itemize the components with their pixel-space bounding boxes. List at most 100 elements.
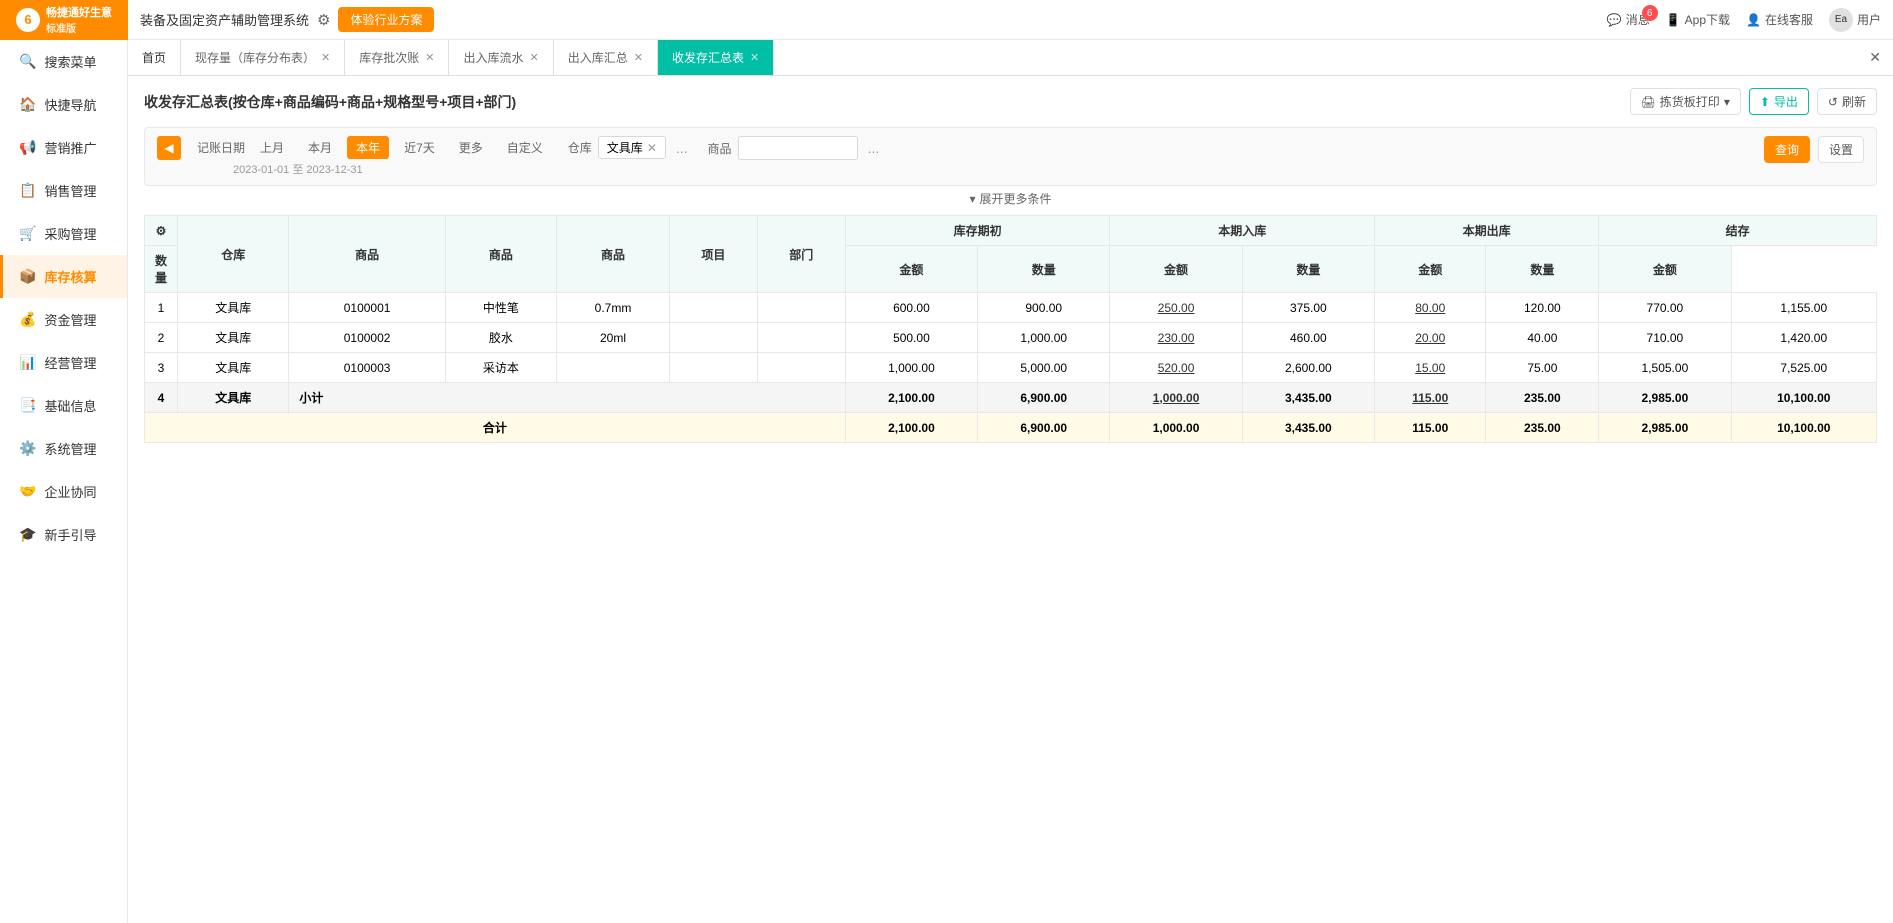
tab-batch-label: 库存批次账 (359, 49, 419, 66)
sidebar-item-search[interactable]: 🔍 搜索菜单 (0, 40, 127, 83)
date-btn-custom[interactable]: 自定义 (498, 136, 552, 159)
sidebar-item-quick[interactable]: 🏠 快捷导航 (0, 83, 127, 126)
subtotal-warehouse: 文具库 (178, 383, 289, 413)
th-opening: 库存期初 (845, 216, 1110, 246)
sidebar-item-guide[interactable]: 🎓 新手引导 (0, 513, 127, 556)
sidebar-item-inventory[interactable]: 📦 库存核算 (0, 255, 127, 298)
th-in: 本期入库 (1110, 216, 1375, 246)
user-item[interactable]: Ea 用户 (1829, 8, 1881, 32)
sidebar-label-search: 搜索菜单 (44, 52, 96, 71)
message-item[interactable]: 💬 消息 6 (1607, 11, 1650, 28)
date-btn-7days[interactable]: 近7天 (395, 136, 444, 159)
row3-out-qty[interactable]: 15.00 (1375, 353, 1486, 383)
row1-open-amt: 900.00 (978, 293, 1110, 323)
print-button[interactable]: 🖨 拣货板打印 ▾ (1630, 88, 1741, 115)
row2-in-qty[interactable]: 230.00 (1110, 323, 1242, 353)
total-row: 合计 2,100.00 6,900.00 1,000.00 3,435.00 1… (145, 413, 1877, 443)
settings-button[interactable]: 设置 (1818, 136, 1864, 163)
tab-batch[interactable]: 库存批次账 ✕ (345, 40, 449, 76)
row1-warehouse: 文具库 (178, 293, 289, 323)
date-btn-last-month[interactable]: 上月 (251, 136, 293, 159)
tab-collect-summary[interactable]: 收发存汇总表 ✕ (658, 40, 774, 76)
row1-in-qty[interactable]: 250.00 (1110, 293, 1242, 323)
subtotal-open-amt: 6,900.00 (978, 383, 1110, 413)
tab-inout-flow-label: 出入库流水 (463, 49, 523, 66)
th-project: 项目 (669, 216, 757, 293)
goods-label: 商品 (708, 140, 732, 157)
expand-label: 展开更多条件 (980, 190, 1052, 207)
total-out-amt: 235.00 (1486, 413, 1599, 443)
sidebar-item-finance[interactable]: 💰 资金管理 (0, 298, 127, 341)
sidebar-item-purchase[interactable]: 🛒 采购管理 (0, 212, 127, 255)
table-row: 3 文具库 0100003 采访本 1,000.00 5,000.00 520.… (145, 353, 1877, 383)
row3-bal-qty: 1,505.00 (1599, 353, 1731, 383)
basic-icon: 📑 (19, 397, 36, 414)
tab-inout-flow[interactable]: 出入库流水 ✕ (449, 40, 553, 76)
total-label: 合计 (145, 413, 846, 443)
warehouse-tag-close[interactable]: ✕ (647, 141, 657, 155)
tab-collect-summary-close[interactable]: ✕ (750, 51, 759, 64)
settings-icon[interactable]: ⚙ (317, 11, 330, 29)
refresh-button[interactable]: ↺ 刷新 (1817, 88, 1877, 115)
tab-inout-summary[interactable]: 出入库汇总 ✕ (554, 40, 658, 76)
tab-inout-flow-close[interactable]: ✕ (530, 51, 539, 64)
sidebar-item-sales[interactable]: 📋 销售管理 (0, 169, 127, 212)
date-btn-this-year[interactable]: 本年 (347, 136, 389, 159)
row1-goods-name: 中性笔 (445, 293, 556, 323)
row1-out-amt: 120.00 (1486, 293, 1599, 323)
sidebar-item-corp[interactable]: 🤝 企业协同 (0, 470, 127, 513)
app-download-item[interactable]: 📱 App下载 (1666, 11, 1730, 28)
row3-out-amt: 75.00 (1486, 353, 1599, 383)
guide-icon: 🎓 (19, 526, 36, 543)
row3-no: 3 (145, 353, 178, 383)
row2-open-qty: 500.00 (845, 323, 977, 353)
data-table: ⚙ 仓库 商品 商品 商品 项目 部门 库存期初 本期入库 本期出库 结存 数量 (144, 215, 1877, 443)
online-service-item[interactable]: 👤 在线客服 (1746, 11, 1813, 28)
tabs-close-all[interactable]: ✕ (1857, 49, 1893, 66)
export-icon: ⬆ (1760, 95, 1770, 109)
tab-inventory-dist[interactable]: 现存量（库存分布表） ✕ (181, 40, 345, 76)
tab-inout-summary-close[interactable]: ✕ (634, 51, 643, 64)
sidebar-item-operation[interactable]: 📊 经营管理 (0, 341, 127, 384)
warehouse-tag-input[interactable]: 文具库 ✕ (598, 136, 666, 159)
tab-inventory-dist-close[interactable]: ✕ (321, 51, 330, 64)
th-goods-code: 商品 (289, 216, 445, 293)
date-btn-more[interactable]: 更多 (450, 136, 492, 159)
goods-input[interactable] (738, 136, 858, 160)
query-button[interactable]: 查询 (1764, 136, 1810, 163)
export-button[interactable]: ⬆ 导出 (1749, 88, 1809, 115)
tab-home[interactable]: 首页 (128, 40, 181, 76)
sidebar-item-marketing[interactable]: 📢 营销推广 (0, 126, 127, 169)
row3-goods-spec (557, 353, 670, 383)
expand-more-btn[interactable]: ▾ 展开更多条件 (144, 190, 1877, 207)
sidebar-item-system[interactable]: ⚙️ 系统管理 (0, 427, 127, 470)
sidebar-label-inventory: 库存核算 (44, 267, 96, 286)
app-sub: 标准版 (46, 20, 112, 35)
tab-batch-close[interactable]: ✕ (425, 51, 434, 64)
finance-icon: 💰 (19, 311, 36, 328)
marketing-icon: 📢 (19, 139, 36, 156)
goods-ellipsis[interactable]: ... (864, 140, 884, 156)
chevron-down-icon: ▾ (1724, 95, 1730, 109)
filter-toggle[interactable]: ◀ (157, 136, 181, 160)
row1-out-qty[interactable]: 80.00 (1375, 293, 1486, 323)
goods-filter-group: 商品 ... (708, 136, 884, 160)
total-in-amt: 3,435.00 (1242, 413, 1374, 443)
try-industry-button[interactable]: 体验行业方案 (338, 7, 434, 32)
row2-out-qty[interactable]: 20.00 (1375, 323, 1486, 353)
th-sub-in-amt: 金额 (1110, 246, 1242, 293)
th-settings[interactable]: ⚙ (145, 216, 178, 246)
date-btn-this-month[interactable]: 本月 (299, 136, 341, 159)
query-actions: 查询 设置 (1764, 136, 1864, 163)
row2-no: 2 (145, 323, 178, 353)
tab-inout-summary-label: 出入库汇总 (568, 49, 628, 66)
th-out: 本期出库 (1375, 216, 1599, 246)
th-goods-name: 商品 (445, 216, 556, 293)
avatar: Ea (1829, 8, 1853, 32)
row3-in-qty[interactable]: 520.00 (1110, 353, 1242, 383)
logo-area: 6 畅捷通好生意 标准版 (0, 0, 128, 40)
warehouse-ellipsis[interactable]: ... (672, 140, 692, 156)
th-sub-in-qty: 数量 (978, 246, 1110, 293)
home-icon: 🏠 (19, 96, 36, 113)
sidebar-item-basic[interactable]: 📑 基础信息 (0, 384, 127, 427)
